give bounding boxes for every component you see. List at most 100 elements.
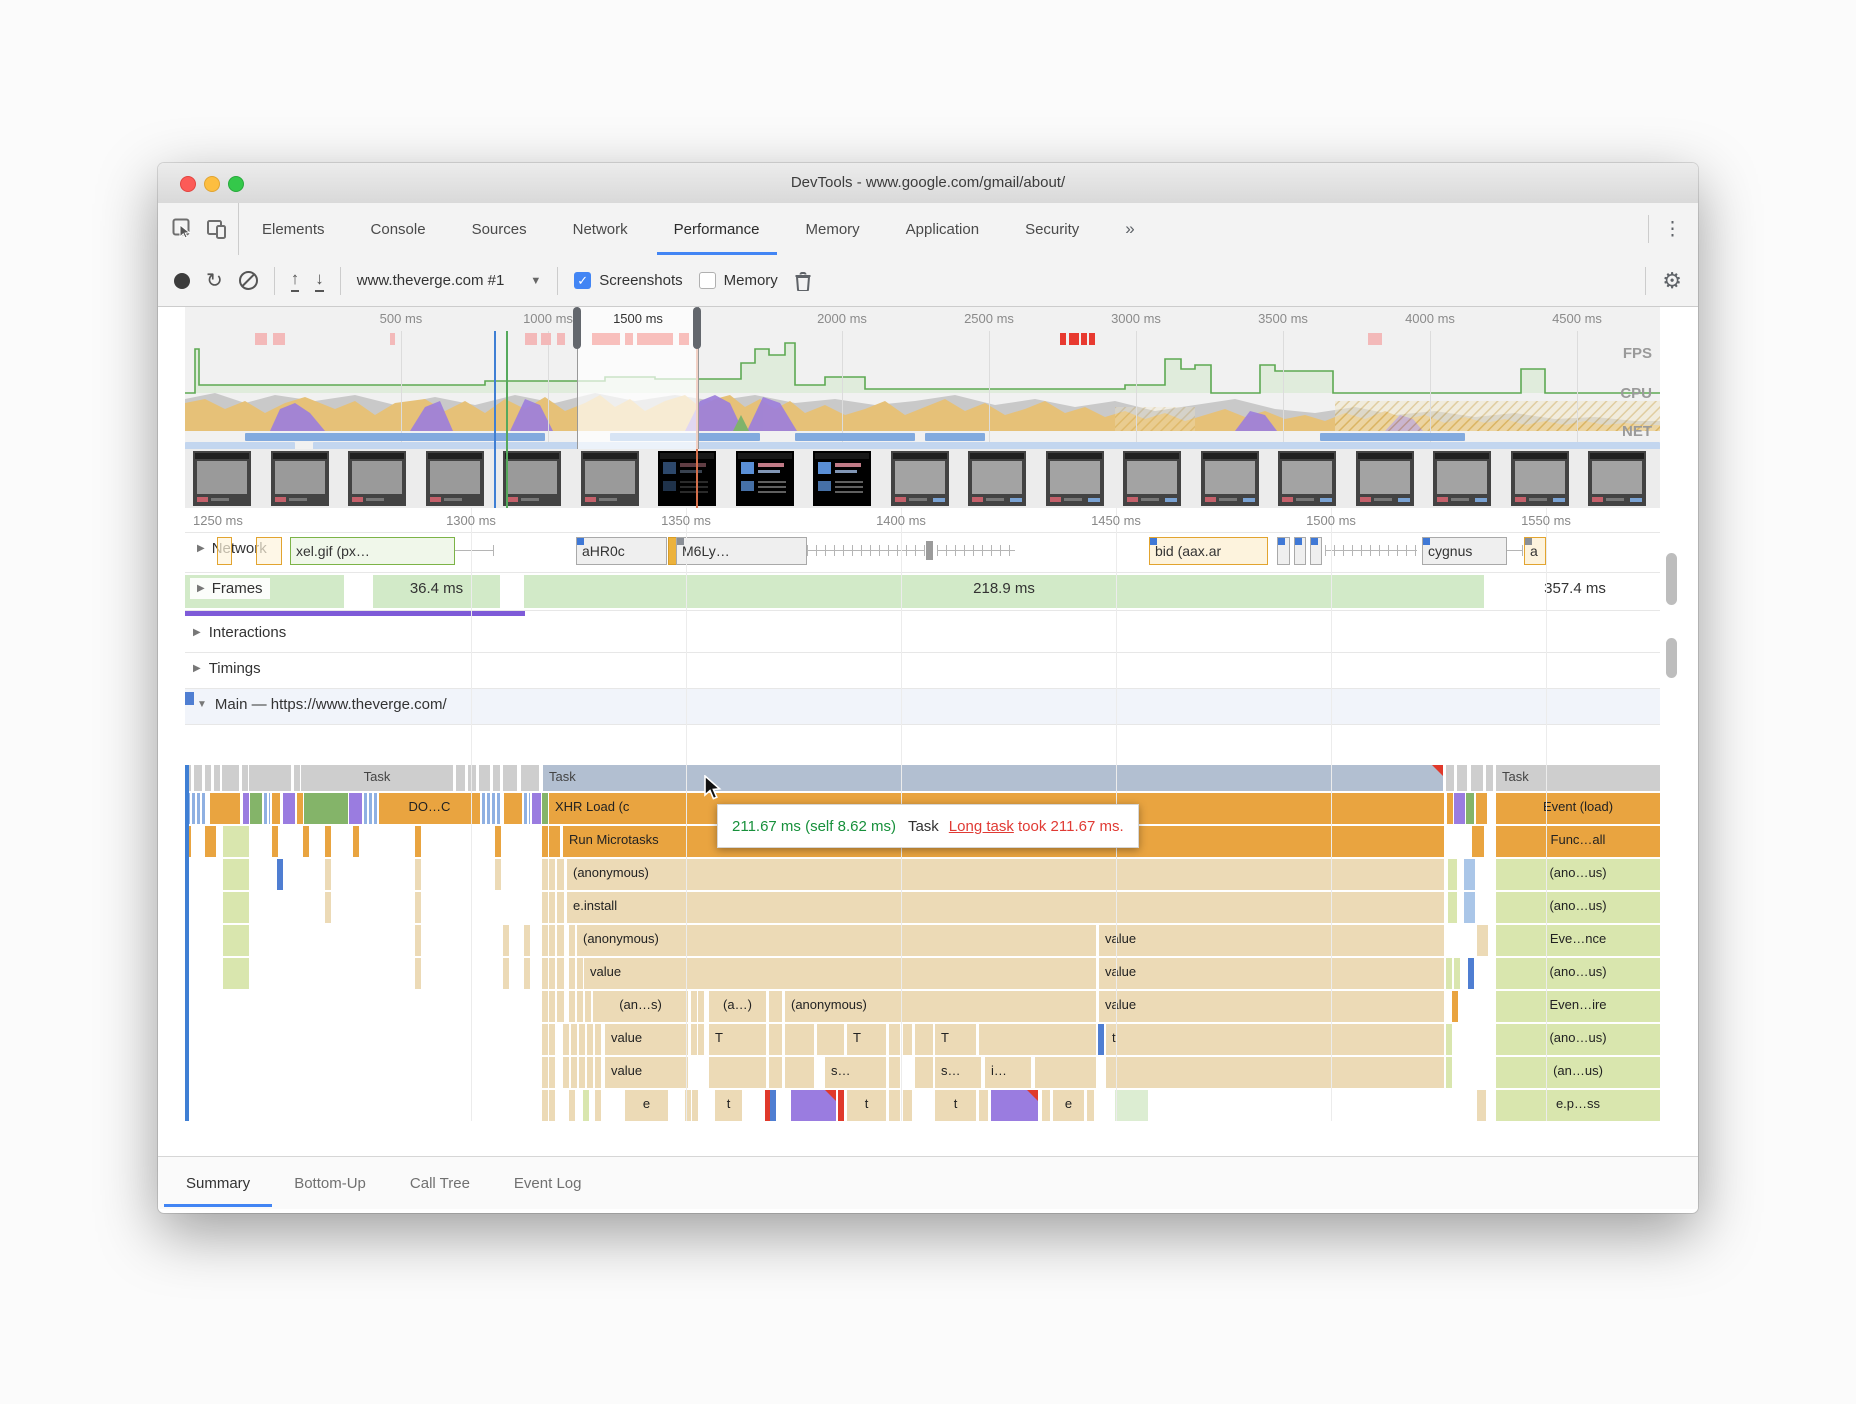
filmstrip-frame[interactable] (1201, 451, 1259, 506)
flame-bar[interactable] (791, 1090, 836, 1121)
flame-bar[interactable] (542, 826, 548, 857)
flame-bar[interactable] (468, 765, 476, 791)
flame-bar[interactable] (1087, 1090, 1094, 1121)
flame-bar[interactable] (577, 991, 583, 1022)
flame-bar[interactable] (1454, 793, 1465, 824)
flame-bar-t[interactable]: t (935, 1090, 976, 1121)
flame-bar--anonymous-[interactable]: (anonymous) (785, 991, 1096, 1022)
screenshots-toggle[interactable]: ✓ Screenshots (574, 272, 682, 289)
overview-selection-window[interactable]: 1500 ms (577, 307, 699, 449)
flame-bar[interactable] (1035, 1057, 1096, 1088)
flame-bar[interactable] (595, 1090, 601, 1121)
flame-bar[interactable] (583, 1090, 589, 1121)
tab-memory[interactable]: Memory (783, 203, 883, 255)
filmstrip-frame[interactable] (891, 451, 949, 506)
tab-performance[interactable]: Performance (651, 203, 783, 255)
flame-bar[interactable] (495, 826, 501, 857)
filmstrip-frame[interactable] (348, 451, 406, 506)
flame-bar-task[interactable]: Task (301, 765, 453, 791)
flame-bar[interactable] (482, 793, 502, 824)
flame-bar[interactable] (294, 765, 300, 791)
flame-bar[interactable] (557, 925, 564, 956)
flame-bar[interactable] (1446, 1057, 1452, 1088)
flame-bar-t[interactable]: t (1106, 1024, 1444, 1055)
filmstrip-frame[interactable] (503, 451, 561, 506)
flame-bar[interactable] (223, 958, 249, 989)
flame-bar--ano-us-[interactable]: (ano…us) (1496, 892, 1660, 923)
filmstrip-frame[interactable] (1046, 451, 1104, 506)
flame-bar[interactable] (1446, 958, 1452, 989)
flame-bar[interactable] (1115, 1090, 1148, 1121)
flame-bar[interactable] (889, 1090, 900, 1121)
flame-bar[interactable] (542, 1090, 548, 1121)
flame-bar[interactable] (1464, 859, 1475, 890)
flame-bar[interactable] (503, 925, 509, 956)
bottom-tab-summary[interactable]: Summary (164, 1157, 272, 1209)
record-icon[interactable] (174, 273, 190, 289)
timings-lane[interactable]: ▶ Timings (185, 653, 1660, 689)
flame-bar[interactable] (549, 991, 555, 1022)
flame-bar[interactable] (838, 1090, 844, 1121)
flame-bar[interactable] (210, 793, 240, 824)
network-request-chip[interactable] (256, 537, 282, 565)
flame-bar[interactable] (205, 826, 216, 857)
filmstrip-frame[interactable] (658, 451, 716, 506)
flame-bar[interactable] (503, 958, 509, 989)
flame-bar[interactable] (1468, 958, 1474, 989)
bottom-tab-event-log[interactable]: Event Log (492, 1157, 604, 1209)
clear-recordings-icon[interactable] (239, 271, 258, 290)
flame-bar-t[interactable]: T (709, 1024, 766, 1055)
flame-bar[interactable] (571, 1024, 577, 1055)
flame-bar[interactable] (297, 793, 303, 824)
flame-bar[interactable] (542, 1024, 548, 1055)
flame-bar[interactable] (991, 1090, 1038, 1121)
load-profile-icon[interactable]: ↑ (291, 270, 300, 292)
flame-bar[interactable] (549, 1057, 555, 1088)
tab-sources[interactable]: Sources (449, 203, 550, 255)
flame-bar-do-c[interactable]: DO…C (379, 793, 480, 824)
flame-bar--an-s-[interactable]: (an…s) (593, 991, 688, 1022)
flame-bar[interactable] (889, 1024, 900, 1055)
filmstrip-frame[interactable] (581, 451, 639, 506)
flame-bar-eve-nce[interactable]: Eve…nce (1496, 925, 1660, 956)
network-request-chip[interactable] (217, 537, 232, 565)
flame-bar[interactable] (889, 1057, 900, 1088)
flame-bar[interactable] (1457, 765, 1467, 791)
filmstrip-frame[interactable] (968, 451, 1026, 506)
flame-bar[interactable] (542, 793, 548, 824)
flame-bar-t[interactable]: t (715, 1090, 742, 1121)
flame-bar[interactable] (769, 991, 782, 1022)
filmstrip-frame[interactable] (1588, 451, 1646, 506)
network-request-chip[interactable]: bid (aax.ar (1149, 537, 1268, 565)
flame-bar[interactable] (304, 793, 348, 824)
timeline-overview[interactable]: FPSCPUNET1500 ms500 ms1000 ms2000 ms2500… (185, 307, 1660, 450)
network-request-chip[interactable]: xel.gif (px… (290, 537, 455, 565)
flame-bar[interactable] (187, 793, 207, 824)
flame-bar[interactable] (194, 765, 202, 791)
flame-bar[interactable] (1452, 991, 1458, 1022)
flame-bar[interactable] (542, 925, 548, 956)
flame-bar[interactable] (349, 793, 362, 824)
vertical-scrollbar-thumb[interactable] (1666, 553, 1677, 605)
flame-bar[interactable] (915, 1024, 933, 1055)
flame-bar[interactable] (587, 1057, 593, 1088)
selection-left-handle[interactable] (573, 307, 581, 349)
flame-bar[interactable] (595, 1057, 601, 1088)
flame-bar[interactable] (769, 1024, 782, 1055)
flame-bar[interactable] (479, 765, 490, 791)
flame-bar-value[interactable]: value (1099, 991, 1444, 1022)
flame-bar[interactable] (1448, 892, 1457, 923)
flame-bar[interactable] (571, 1057, 577, 1088)
flame-bar[interactable] (979, 1024, 1096, 1055)
flame-bar[interactable] (264, 793, 270, 824)
filmstrip-frame[interactable] (1278, 451, 1336, 506)
delete-recording-icon[interactable] (794, 271, 812, 291)
network-request-chip[interactable] (1277, 537, 1290, 565)
network-request-chip[interactable]: a (1524, 537, 1546, 565)
flame-bar-value[interactable]: value (605, 1024, 688, 1055)
filmstrip-frame[interactable] (1433, 451, 1491, 506)
profile-select[interactable]: www.theverge.com #1 ▼ (357, 272, 541, 289)
selection-right-handle[interactable] (693, 307, 701, 349)
memory-toggle[interactable]: Memory (699, 272, 778, 289)
flame-bar[interactable] (542, 859, 548, 890)
